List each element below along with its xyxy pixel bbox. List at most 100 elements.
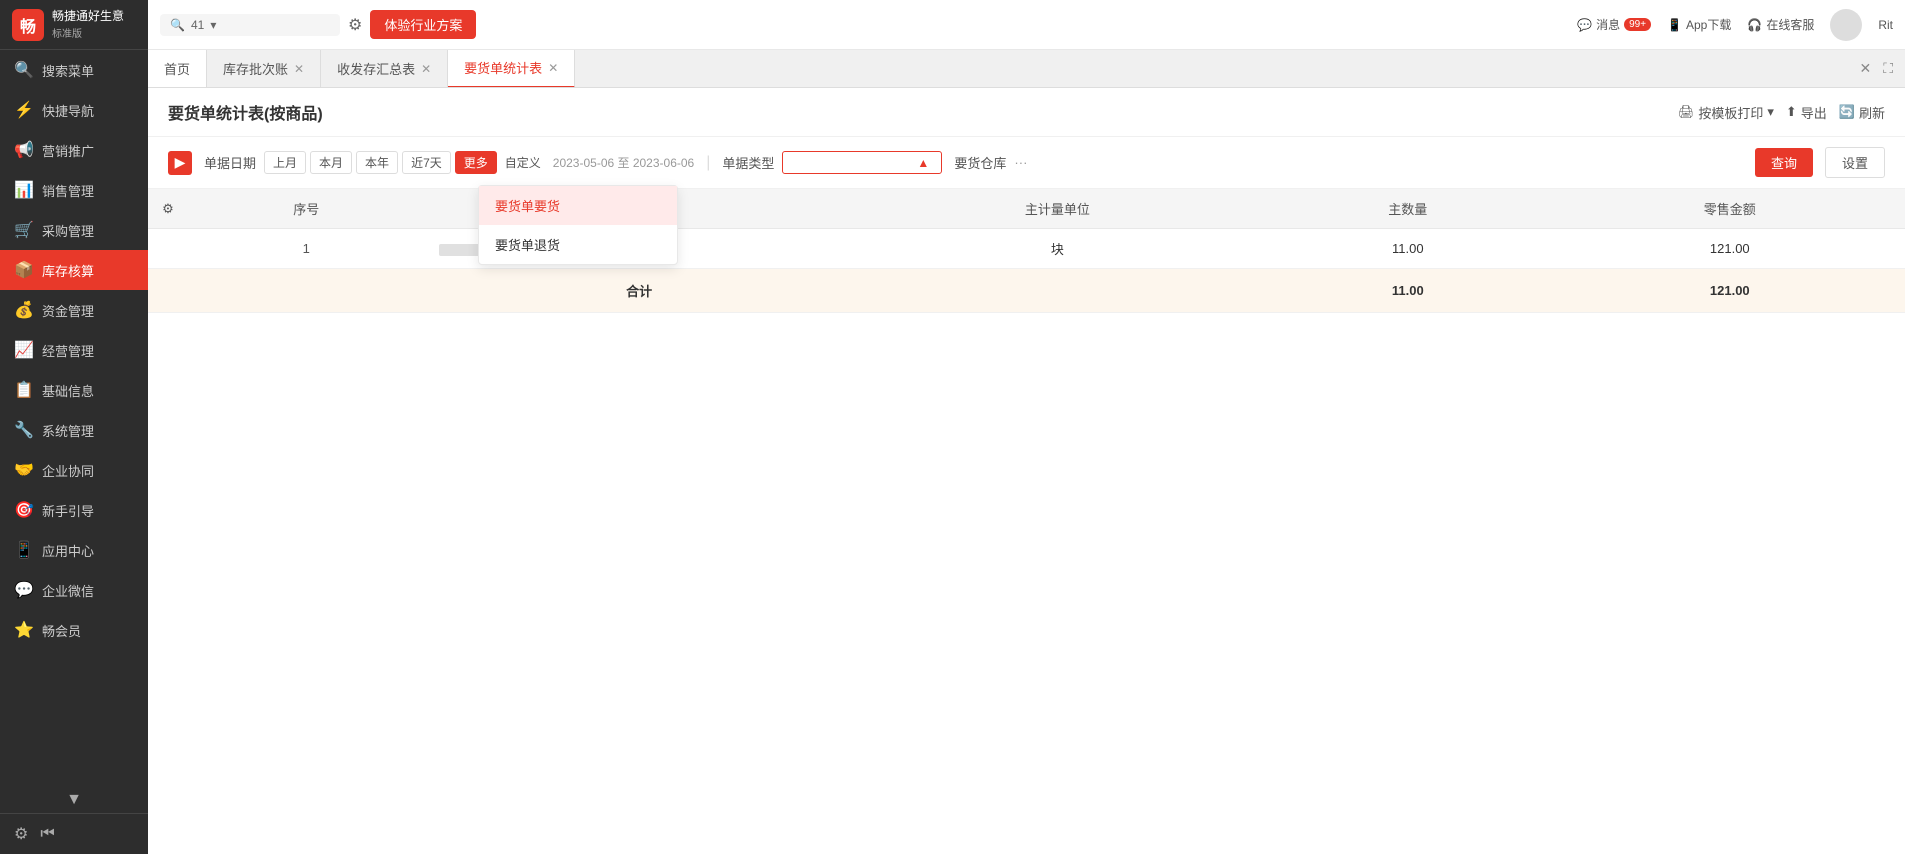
sidebar-item-vip[interactable]: ⭐ 畅会员: [0, 610, 148, 650]
sidebar-item-system[interactable]: 🔧系统管理: [0, 410, 148, 450]
filter-divider: |: [706, 154, 710, 172]
dropdown-item-return[interactable]: 要货单退货: [479, 225, 677, 264]
warehouse-more-icon[interactable]: ···: [1014, 155, 1027, 170]
sidebar-item-marketing[interactable]: 📢营销推广: [0, 130, 148, 170]
warehouse-label: 要货仓库: [954, 153, 1006, 172]
tab-bar: 首页库存批次账 ✕收发存汇总表 ✕要货单统计表 ✕ ✕ ⛶: [148, 50, 1905, 88]
footer-empty-3: [854, 269, 1261, 313]
trial-button[interactable]: 体验行业方案: [370, 10, 476, 39]
sidebar-item-enterprise[interactable]: 🤝企业协同: [0, 450, 148, 490]
query-button[interactable]: 查询: [1755, 148, 1813, 177]
settings-button[interactable]: 设置: [1825, 147, 1885, 178]
logo-icon: 畅: [12, 9, 44, 41]
messages-badge[interactable]: 💬 消息 99+: [1577, 16, 1651, 33]
sidebar-label-finance: 资金管理: [42, 301, 94, 320]
collapse-icon[interactable]: ⏮: [40, 825, 54, 843]
preset-last-month[interactable]: 上月: [264, 151, 306, 174]
gear-icon[interactable]: ⚙: [348, 15, 362, 35]
page-content: 要货单统计表(按商品) 🖨 按模板打印 ▾ ⬆ 导出 🔄 刷新 ▶: [148, 88, 1905, 854]
header-right: 💬 消息 99+ 📱 App下载 🎧 在线客服 Rit: [1577, 9, 1893, 41]
sidebar-label-wechat: 企业微信: [42, 581, 94, 600]
tab-close-order-stats[interactable]: ✕: [548, 61, 558, 75]
sidebar-scroll-down[interactable]: ▼: [0, 787, 148, 813]
system-icon: 🔧: [14, 420, 34, 440]
online-service-label: 在线客服: [1766, 16, 1814, 33]
sidebar-label-operation: 经营管理: [42, 341, 94, 360]
sidebar-item-appstore[interactable]: 📱应用中心: [0, 530, 148, 570]
filter-toggle[interactable]: ▶: [168, 151, 192, 175]
sidebar-item-operation[interactable]: 📈经营管理: [0, 330, 148, 370]
sidebar-item-guide[interactable]: 🎯新手引导: [0, 490, 148, 530]
preset-this-year[interactable]: 本年: [356, 151, 398, 174]
sales-icon: 📊: [14, 180, 34, 200]
type-input[interactable]: ▲: [782, 151, 942, 174]
settings-icon[interactable]: ⚙: [14, 824, 28, 844]
data-table: ⚙ 序号 商品 主计量单位 主数量 零售金额 1 块 11.00 121.00: [148, 189, 1905, 313]
app-download-label: App下载: [1686, 16, 1731, 33]
tab-batch[interactable]: 库存批次账 ✕: [207, 50, 321, 88]
wechat-icon: 💬: [14, 580, 34, 600]
print-button[interactable]: 🖨 按模板打印 ▾: [1678, 103, 1774, 122]
printer-icon: 🖨: [1678, 104, 1695, 120]
sidebar-item-shortcut[interactable]: ⚡快捷导航: [0, 90, 148, 130]
maximize-icon[interactable]: ⛶: [1879, 58, 1897, 79]
col-index: 序号: [188, 189, 425, 229]
footer-quantity: 11.00: [1261, 269, 1554, 313]
date-filter-group: 单据日期 上月 本月 本年 近7天 更多 自定义 2023-05-06 至 20…: [204, 151, 694, 174]
custom-date-link[interactable]: 自定义: [505, 154, 541, 171]
table-row: 1 块 11.00 121.00: [148, 229, 1905, 269]
store-count: 41: [191, 18, 204, 32]
date-presets: 上月 本月 本年 近7天 更多: [264, 151, 497, 174]
tab-order-stats[interactable]: 要货单统计表 ✕: [448, 50, 575, 88]
sidebar-item-finance[interactable]: 💰 资金管理: [0, 290, 148, 330]
close-all-icon[interactable]: ✕: [1855, 58, 1875, 79]
sidebar-item-search[interactable]: 🔍搜索菜单: [0, 50, 148, 90]
tab-receivable[interactable]: 收发存汇总表 ✕: [321, 50, 448, 88]
tab-label-home: 首页: [164, 59, 190, 78]
app-download[interactable]: 📱 App下载: [1667, 16, 1731, 33]
sidebar-label-purchase: 采购管理: [42, 221, 94, 240]
online-service[interactable]: 🎧 在线客服: [1747, 16, 1814, 33]
headset-icon: 🎧: [1747, 18, 1762, 32]
sidebar-item-basic[interactable]: 📋基础信息: [0, 370, 148, 410]
sidebar-item-purchase[interactable]: 🛒采购管理: [0, 210, 148, 250]
tab-close-receivable[interactable]: ✕: [421, 62, 431, 76]
finance-icon: 💰: [14, 300, 34, 320]
sidebar-label-vip: 畅会员: [42, 621, 81, 640]
vip-icon: ⭐: [14, 620, 34, 640]
search-bar[interactable]: 🔍 41 ▾: [160, 14, 340, 36]
preset-this-month[interactable]: 本月: [310, 151, 352, 174]
avatar[interactable]: [1830, 9, 1862, 41]
preset-more[interactable]: 更多: [455, 151, 497, 174]
sidebar-item-sales[interactable]: 📊 销售管理: [0, 170, 148, 210]
refresh-icon: 🔄: [1839, 104, 1855, 120]
sidebar-label-search: 搜索菜单: [42, 61, 94, 80]
dropdown-item-order[interactable]: 要货单要货: [479, 186, 677, 225]
preset-last-7days[interactable]: 近7天: [402, 151, 451, 174]
col-settings[interactable]: ⚙: [148, 189, 188, 229]
sidebar-label-sales: 销售管理: [42, 181, 94, 200]
header-left: 🔍 41 ▾ ⚙ 体验行业方案: [160, 10, 1567, 39]
logo-sub: 标准版: [52, 25, 124, 40]
page-title: 要货单统计表(按商品): [168, 100, 323, 124]
enterprise-icon: 🤝: [14, 460, 34, 480]
type-label: 单据类型: [722, 153, 774, 172]
sidebar-label-appstore: 应用中心: [42, 541, 94, 560]
type-input-field[interactable]: [791, 155, 911, 170]
sidebar-nav: 🔍搜索菜单⚡快捷导航📢营销推广 📊 销售管理 🛒采购管理📦库存核算 💰 资金管理 📈经营管理…: [0, 50, 148, 787]
username: Rit: [1878, 18, 1893, 32]
sidebar-item-wechat[interactable]: 💬 企业微信: [0, 570, 148, 610]
sidebar-item-inventory[interactable]: 📦库存核算: [0, 250, 148, 290]
tab-home[interactable]: 首页: [148, 50, 207, 88]
phone-icon: 📱: [1667, 18, 1682, 32]
footer-empty-2: [188, 269, 425, 313]
col-quantity: 主数量: [1261, 189, 1554, 229]
tab-close-batch[interactable]: ✕: [294, 62, 304, 76]
export-button[interactable]: ⬆ 导出: [1786, 103, 1827, 122]
print-chevron: ▾: [1767, 104, 1774, 120]
row-settings: [148, 229, 188, 269]
refresh-button[interactable]: 🔄 刷新: [1839, 103, 1885, 122]
row-unit: 块: [854, 229, 1261, 269]
type-dropdown: 要货单要货 要货单退货: [478, 185, 678, 265]
chevron-down-icon: ▾: [210, 18, 216, 32]
